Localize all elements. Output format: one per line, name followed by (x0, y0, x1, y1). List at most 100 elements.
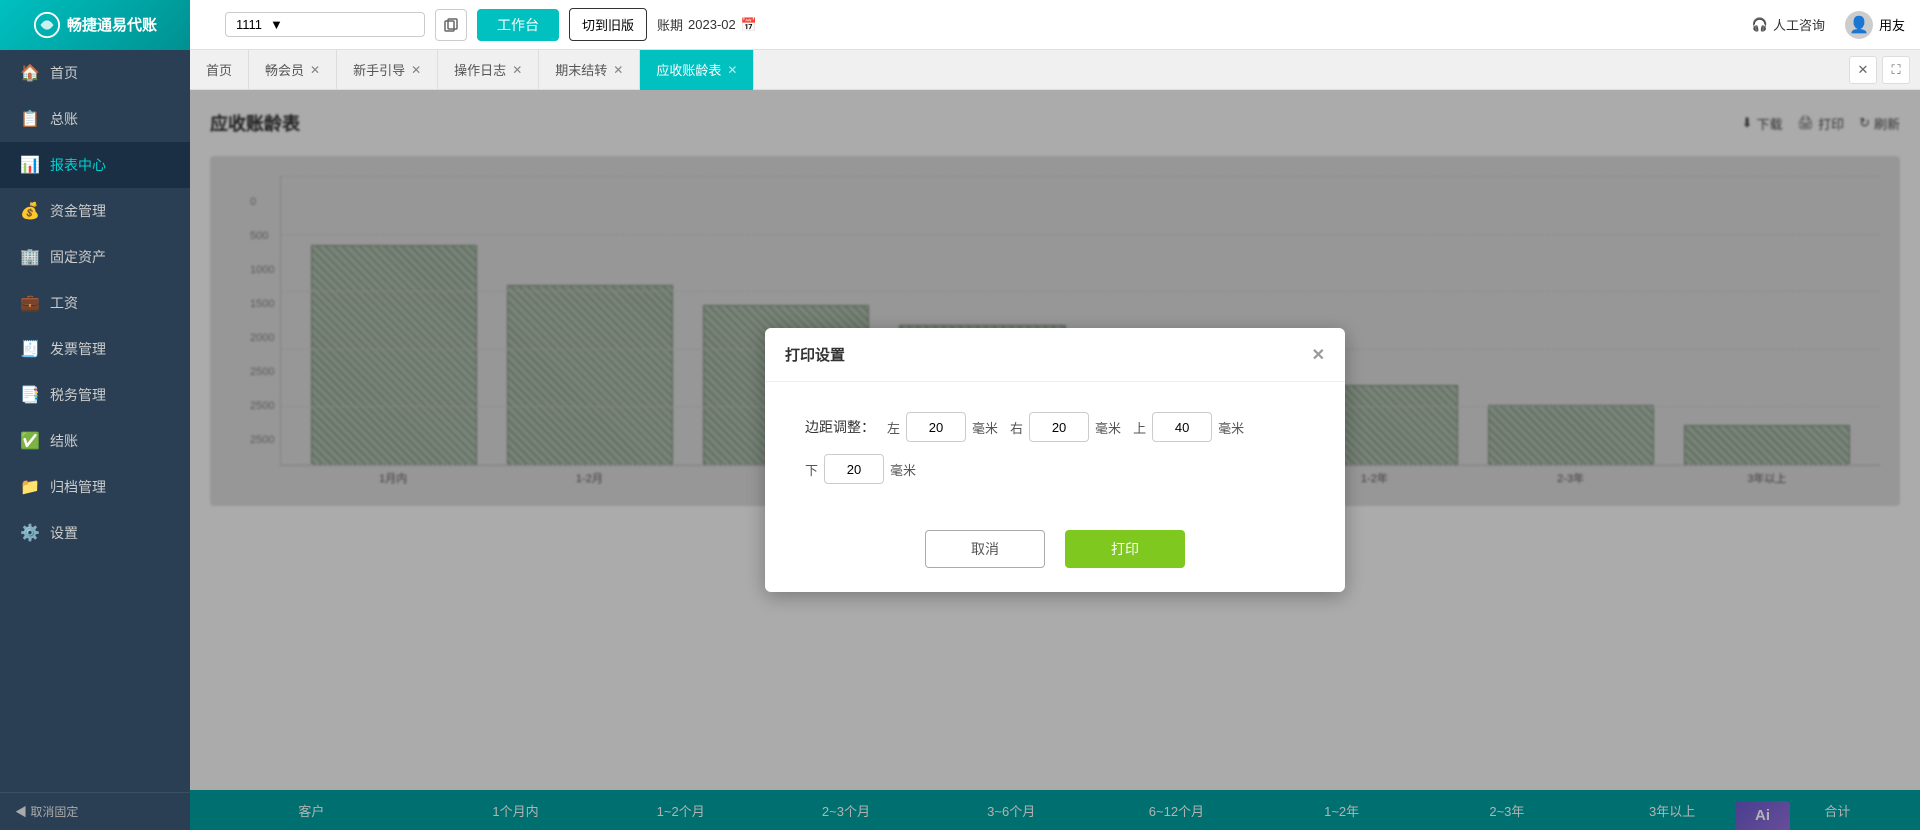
sidebar-item-archive[interactable]: 📁 归档管理 (0, 464, 190, 510)
tab-guide-close[interactable]: ✕ (411, 63, 421, 77)
collapse-label: ◀ 取消固定 (15, 805, 78, 819)
tab-home-label: 首页 (206, 60, 232, 79)
headset-icon: 🎧 (1752, 17, 1768, 33)
margin-top-group: 上 毫米 (1133, 412, 1244, 442)
user-area[interactable]: 👤 用友 (1845, 11, 1905, 39)
checkout-icon: ✅ (20, 431, 40, 451)
dialog-footer: 取消 打印 (765, 514, 1345, 592)
margin-left-group: 左 毫米 (887, 412, 998, 442)
sidebar-item-payroll[interactable]: 💼 工资 (0, 280, 190, 326)
tab-guide-label: 新手引导 (353, 60, 405, 79)
settings-icon: ⚙️ (20, 523, 40, 543)
sidebar-label-tax: 税务管理 (50, 385, 106, 405)
sidebar-label-ledger: 总账 (50, 109, 78, 129)
sidebar-item-funds[interactable]: 💰 资金管理 (0, 188, 190, 234)
reports-icon: 📊 (20, 155, 40, 175)
sidebar-label-invoice: 发票管理 (50, 339, 106, 359)
app-title: 畅捷通易代账 (67, 14, 157, 35)
sidebar: 🏠 首页 📋 总账 📊 报表中心 💰 资金管理 🏢 固定资产 💼 工资 (0, 50, 190, 830)
right-input[interactable] (1029, 412, 1089, 442)
tab-aging-close[interactable]: ✕ (727, 63, 737, 77)
logo: 畅捷通易代账 (0, 0, 190, 50)
sidebar-label-archive: 归档管理 (50, 477, 106, 497)
right-unit: 毫米 (1095, 418, 1121, 437)
tab-aging-label: 应收账龄表 (656, 60, 721, 79)
sidebar-item-settings[interactable]: ⚙️ 设置 (0, 510, 190, 556)
tax-icon: 📑 (20, 385, 40, 405)
tab-close-button[interactable]: ✕ (1849, 56, 1877, 84)
sidebar-item-invoice[interactable]: 🧾 发票管理 (0, 326, 190, 372)
ledger-icon: 📋 (20, 109, 40, 129)
print-settings-dialog: 打印设置 ✕ 边距调整： 左 毫米 右 (765, 328, 1345, 592)
assets-icon: 🏢 (20, 247, 40, 267)
home-icon: 🏠 (20, 63, 40, 83)
sidebar-label-checkout: 结账 (50, 431, 78, 451)
bottom-label: 下 (805, 460, 818, 479)
tab-oplog-close[interactable]: ✕ (512, 63, 522, 77)
copy-button[interactable] (435, 9, 467, 41)
tab-closing-close[interactable]: ✕ (613, 63, 623, 77)
sidebar-label-funds: 资金管理 (50, 201, 106, 221)
period-value: 2023-02 (688, 17, 736, 32)
tab-closing-label: 期末结转 (555, 60, 607, 79)
confirm-print-button[interactable]: 打印 (1065, 530, 1185, 568)
top-input[interactable] (1152, 412, 1212, 442)
payroll-icon: 💼 (20, 293, 40, 313)
sidebar-collapse-button[interactable]: ◀ 取消固定 (0, 792, 190, 830)
user-avatar: 👤 (1845, 11, 1873, 39)
sidebar-item-checkout[interactable]: ✅ 结账 (0, 418, 190, 464)
dialog-overlay: 打印设置 ✕ 边距调整： 左 毫米 右 (190, 90, 1920, 830)
page-content: 应收账龄表 ⬇ 下载 🖨 打印 ↻ 刷新 (190, 90, 1920, 830)
support-button[interactable]: 🎧 人工咨询 (1752, 15, 1825, 34)
dialog-title: 打印设置 (785, 344, 845, 365)
tab-expand-button[interactable]: ⛶ (1882, 56, 1910, 84)
calendar-icon[interactable]: 📅 (741, 17, 757, 33)
left-unit: 毫米 (972, 418, 998, 437)
content-area: 首页 畅会员 ✕ 新手引导 ✕ 操作日志 ✕ 期末结转 ✕ 应收账龄表 ✕ (190, 50, 1920, 830)
sidebar-item-reports[interactable]: 📊 报表中心 (0, 142, 190, 188)
sidebar-item-home[interactable]: 🏠 首页 (0, 50, 190, 96)
dialog-body: 边距调整： 左 毫米 右 毫米 (765, 382, 1345, 514)
tab-membership-label: 畅会员 (265, 60, 304, 79)
top-unit: 毫米 (1218, 418, 1244, 437)
tab-aging[interactable]: 应收账龄表 ✕ (640, 50, 754, 90)
tab-oplog[interactable]: 操作日志 ✕ (438, 50, 539, 90)
sidebar-label-settings: 设置 (50, 523, 78, 543)
invoice-icon: 🧾 (20, 339, 40, 359)
tab-guide[interactable]: 新手引导 ✕ (337, 50, 438, 90)
margin-bottom-group: 下 毫米 (805, 454, 916, 484)
tab-membership[interactable]: 畅会员 ✕ (249, 50, 337, 90)
tab-membership-close[interactable]: ✕ (310, 63, 320, 77)
bottom-input[interactable] (824, 454, 884, 484)
period-info: 账期 2023-02 📅 (657, 15, 757, 34)
company-selector[interactable]: 1111 ▼ (225, 12, 425, 37)
margin-settings-row: 边距调整： 左 毫米 右 毫米 (805, 412, 1305, 484)
margin-label: 边距调整： (805, 417, 875, 437)
archive-icon: 📁 (20, 477, 40, 497)
support-label: 人工咨询 (1773, 15, 1825, 34)
left-input[interactable] (906, 412, 966, 442)
sidebar-scroll: 🏠 首页 📋 总账 📊 报表中心 💰 资金管理 🏢 固定资产 💼 工资 (0, 50, 190, 792)
tab-closing[interactable]: 期末结转 ✕ (539, 50, 640, 90)
tab-home[interactable]: 首页 (190, 50, 249, 90)
margin-right-group: 右 毫米 (1010, 412, 1121, 442)
sidebar-item-assets[interactable]: 🏢 固定资产 (0, 234, 190, 280)
funds-icon: 💰 (20, 201, 40, 221)
sidebar-item-tax[interactable]: 📑 税务管理 (0, 372, 190, 418)
dialog-close-button[interactable]: ✕ (1312, 345, 1325, 365)
right-label: 右 (1010, 418, 1023, 437)
workbench-button[interactable]: 工作台 (477, 9, 559, 41)
bottom-unit: 毫米 (890, 460, 916, 479)
company-name: 1111 (236, 17, 262, 32)
switch-old-button[interactable]: 切到旧版 (569, 8, 647, 41)
cancel-button[interactable]: 取消 (925, 530, 1045, 568)
sidebar-label-assets: 固定资产 (50, 247, 106, 267)
sidebar-label-payroll: 工资 (50, 293, 78, 313)
dialog-header: 打印设置 ✕ (765, 328, 1345, 382)
tab-oplog-label: 操作日志 (454, 60, 506, 79)
top-label: 上 (1133, 418, 1146, 437)
sidebar-item-ledger[interactable]: 📋 总账 (0, 96, 190, 142)
sidebar-label-home: 首页 (50, 63, 78, 83)
dropdown-arrow-icon: ▼ (270, 17, 283, 32)
tabs-bar: 首页 畅会员 ✕ 新手引导 ✕ 操作日志 ✕ 期末结转 ✕ 应收账龄表 ✕ (190, 50, 1920, 90)
